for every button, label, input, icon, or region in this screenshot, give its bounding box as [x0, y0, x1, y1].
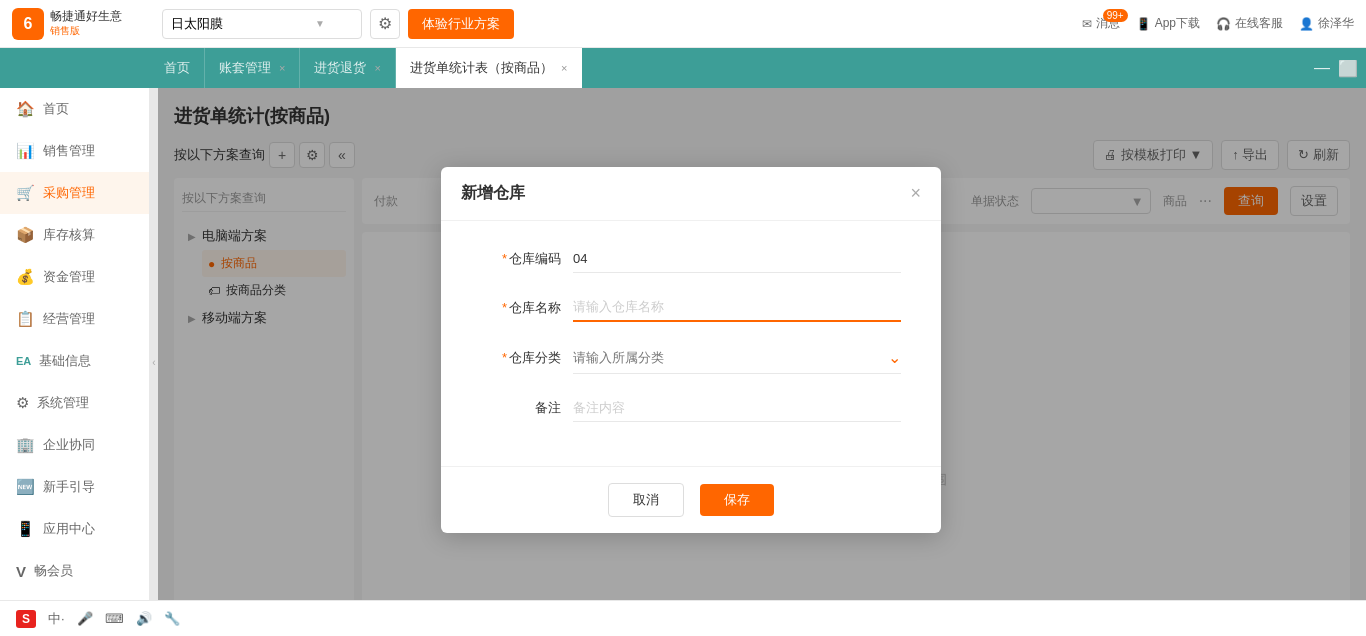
save-button[interactable]: 保存	[700, 484, 774, 516]
sidebar-item-system[interactable]: ⚙ 系统管理	[0, 382, 149, 424]
modal-header: 新增仓库 ×	[441, 167, 941, 221]
tab-home[interactable]: 首页	[150, 48, 205, 88]
vip-icon: V	[16, 563, 26, 580]
warehouse-code-input[interactable]	[573, 245, 901, 273]
modal-body: *仓库编码 *仓库名称 *仓库分类	[441, 221, 941, 466]
sidebar-item-vip[interactable]: V 畅会员	[0, 550, 149, 592]
top-header: 6 畅捷通好生意 销售版 ▼ ⚙ 体验行业方案 ✉ 消息 99+ 📱 App下载…	[0, 0, 1366, 48]
sound-icon[interactable]: 🔊	[136, 611, 152, 626]
sidebar-collapse-button[interactable]: ‹	[150, 88, 158, 636]
warehouse-name-row: *仓库名称	[481, 293, 901, 322]
logo-area: 6 畅捷通好生意 销售版	[12, 8, 162, 40]
trial-button[interactable]: 体验行业方案	[408, 9, 514, 39]
tab-minimize-icon[interactable]: —	[1314, 59, 1330, 77]
sidebar-item-sales[interactable]: 📊 销售管理	[0, 130, 149, 172]
search-input[interactable]	[171, 16, 311, 31]
home-icon: 🏠	[16, 100, 35, 118]
notes-input[interactable]	[573, 394, 901, 422]
messages-button[interactable]: ✉ 消息 99+	[1082, 15, 1120, 32]
user-profile-button[interactable]: 👤 徐泽华	[1299, 15, 1354, 32]
search-bar[interactable]: ▼	[162, 9, 362, 39]
notes-label: 备注	[481, 399, 561, 417]
tab-purchase-return-label: 进货退货	[314, 59, 366, 77]
notes-row: 备注	[481, 394, 901, 422]
sidebar-item-inventory[interactable]: 📦 库存核算	[0, 214, 149, 256]
mobile-icon: 📱	[1136, 17, 1151, 31]
modal-close-button[interactable]: ×	[910, 183, 921, 204]
tab-purchase-return[interactable]: 进货退货 ×	[300, 48, 395, 88]
sales-icon: 📊	[16, 142, 35, 160]
tab-home-label: 首页	[164, 59, 190, 77]
tab-purchase-stats[interactable]: 进货单统计表（按商品） ×	[396, 48, 582, 88]
bottom-logo: S	[16, 610, 36, 628]
warehouse-name-label: *仓库名称	[481, 299, 561, 317]
tab-purchase-stats-label: 进货单统计表（按商品）	[410, 59, 553, 77]
app-name: 畅捷通好生意	[50, 9, 122, 25]
keyboard-icon[interactable]: ⌨	[105, 611, 124, 626]
sidebar-item-basic[interactable]: EA 基础信息	[0, 340, 149, 382]
tab-account[interactable]: 账套管理 ×	[205, 48, 300, 88]
mic-icon[interactable]: 🎤	[77, 611, 93, 626]
sidebar-item-corp[interactable]: 🏢 企业协同	[0, 424, 149, 466]
warehouse-code-row: *仓库编码	[481, 245, 901, 273]
bottom-bar: S 中· 🎤 ⌨ 🔊 🔧	[0, 600, 1366, 636]
modal-overlay: 新增仓库 × *仓库编码 *仓库名称	[158, 88, 1366, 636]
top-right: ✉ 消息 99+ 📱 App下载 🎧 在线客服 👤 徐泽华	[1082, 15, 1354, 32]
modal-footer: 取消 保存	[441, 466, 941, 533]
warehouse-code-label: *仓库编码	[481, 250, 561, 268]
sidebar-item-finance[interactable]: 💰 资金管理	[0, 256, 149, 298]
inventory-icon: 📦	[16, 226, 35, 244]
system-icon: ⚙	[16, 394, 29, 412]
online-service-button[interactable]: 🎧 在线客服	[1216, 15, 1283, 32]
type-dropdown-icon: ⌄	[888, 348, 901, 367]
message-badge: 99+	[1103, 9, 1128, 22]
chevron-down-icon: ▼	[315, 18, 325, 29]
corp-icon: 🏢	[16, 436, 35, 454]
finance-icon: 💰	[16, 268, 35, 286]
settings-button[interactable]: ⚙	[370, 9, 400, 39]
guide-icon: 🆕	[16, 478, 35, 496]
tab-expand-icon[interactable]: ⬜	[1338, 59, 1358, 78]
new-warehouse-modal: 新增仓库 × *仓库编码 *仓库名称	[441, 167, 941, 533]
purchase-icon: 🛒	[16, 184, 35, 202]
sidebar-item-apps[interactable]: 📱 应用中心	[0, 508, 149, 550]
warehouse-type-select[interactable]: ⌄	[573, 342, 901, 374]
sidebar-item-purchase[interactable]: 🛒 采购管理	[0, 172, 149, 214]
warehouse-type-label: *仓库分类	[481, 349, 561, 367]
warehouse-name-input[interactable]	[573, 293, 901, 322]
basic-icon: EA	[16, 355, 31, 367]
app-logo-icon: 6	[12, 8, 44, 40]
app-sub: 销售版	[50, 24, 122, 38]
tab-account-label: 账套管理	[219, 59, 271, 77]
main-layout: 🏠 首页 📊 销售管理 🛒 采购管理 📦 库存核算 💰 资金管理 📋 经营管理 …	[0, 88, 1366, 636]
content-area: 进货单统计(按商品) 按以下方案查询 + ⚙ « 🖨 按模板打印 ▼ ↑ 导出	[158, 88, 1366, 636]
tab-bar: 首页 账套管理 × 进货退货 × 进货单统计表（按商品） × — ⬜	[0, 48, 1366, 88]
cancel-button[interactable]: 取消	[608, 483, 684, 517]
tool-icon[interactable]: 🔧	[164, 611, 180, 626]
sidebar: 🏠 首页 📊 销售管理 🛒 采购管理 📦 库存核算 💰 资金管理 📋 经营管理 …	[0, 88, 150, 636]
sidebar-item-operations[interactable]: 📋 经营管理	[0, 298, 149, 340]
headset-icon: 🎧	[1216, 17, 1231, 31]
apps-icon: 📱	[16, 520, 35, 538]
tab-close-purchase-return[interactable]: ×	[374, 62, 380, 74]
sidebar-item-guide[interactable]: 🆕 新手引导	[0, 466, 149, 508]
tab-controls: — ⬜	[1314, 59, 1366, 78]
app-download-button[interactable]: 📱 App下载	[1136, 15, 1200, 32]
message-icon: ✉	[1082, 17, 1092, 31]
modal-title: 新增仓库	[461, 183, 525, 204]
tab-close-purchase-stats[interactable]: ×	[561, 62, 567, 74]
ime-indicator[interactable]: 中·	[48, 610, 65, 628]
user-avatar: 👤	[1299, 17, 1314, 31]
tab-close-account[interactable]: ×	[279, 62, 285, 74]
sidebar-item-home[interactable]: 🏠 首页	[0, 88, 149, 130]
operations-icon: 📋	[16, 310, 35, 328]
warehouse-type-input[interactable]	[573, 350, 888, 365]
warehouse-type-row: *仓库分类 ⌄	[481, 342, 901, 374]
